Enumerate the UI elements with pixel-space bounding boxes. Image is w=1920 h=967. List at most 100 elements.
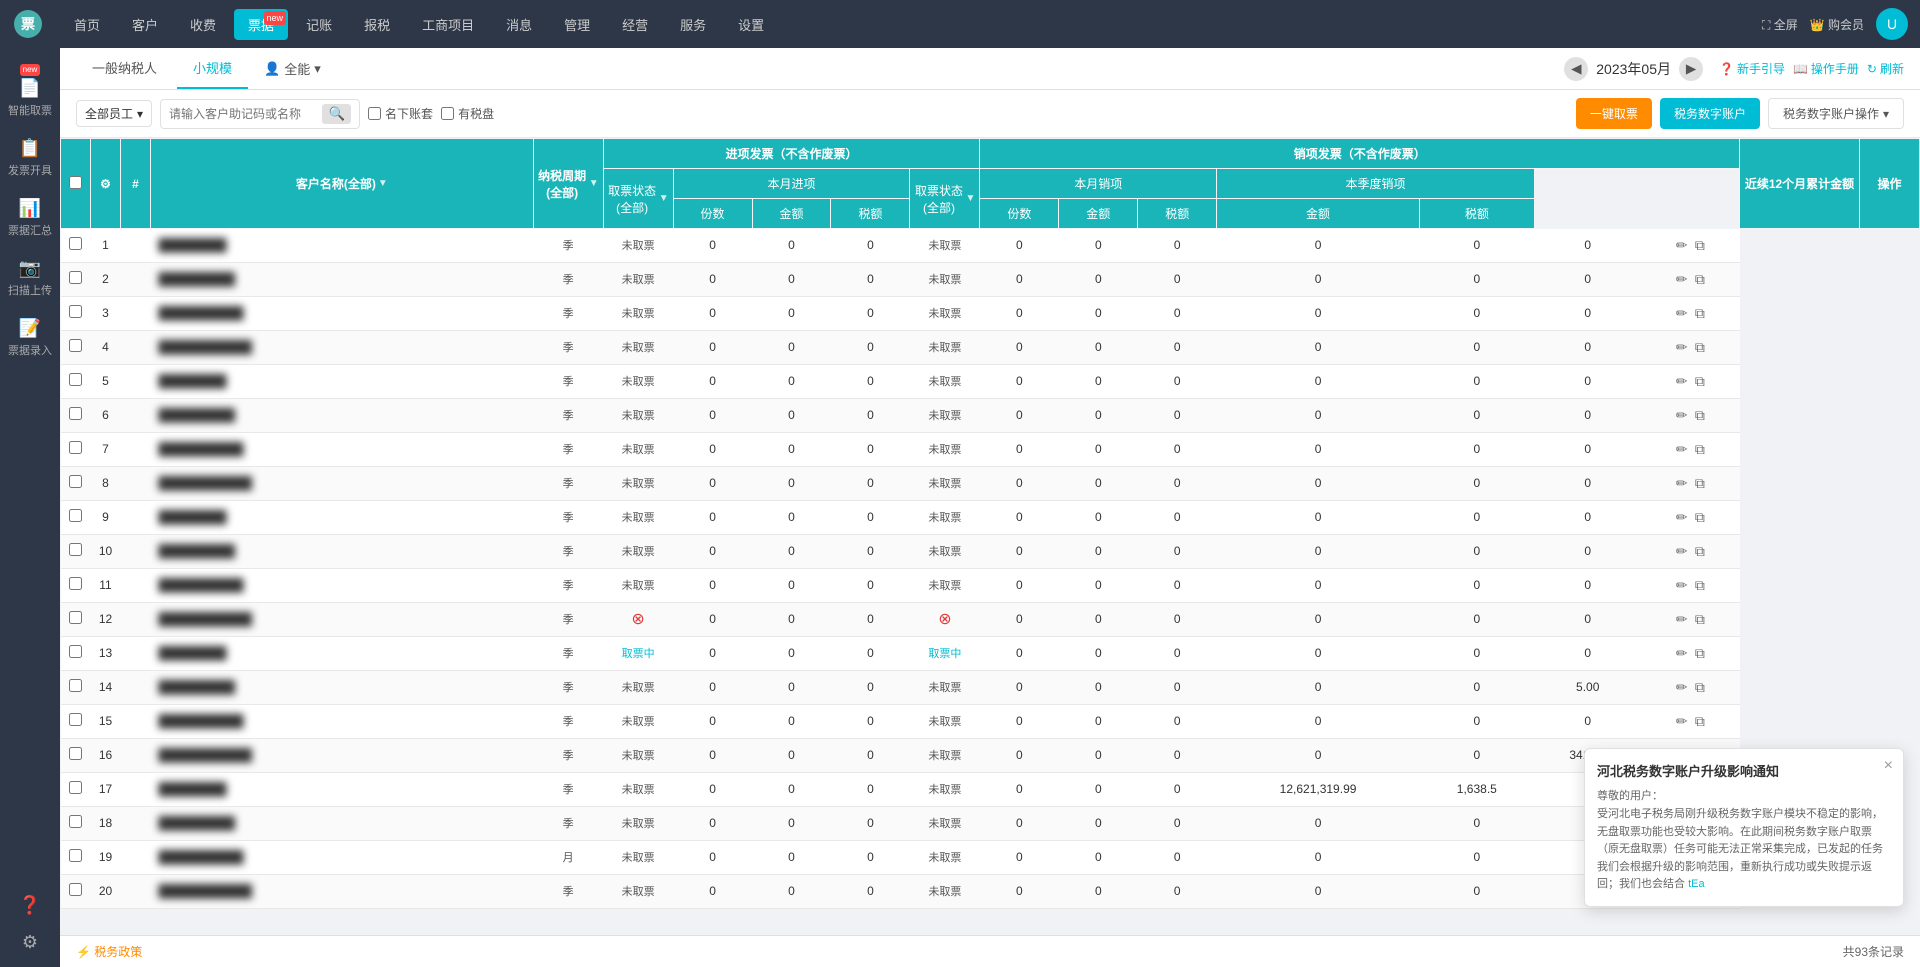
row-edit-btn[interactable]: ✏: [1674, 609, 1690, 630]
row-checkbox[interactable]: [69, 713, 82, 726]
row-checkbox[interactable]: [69, 305, 82, 318]
row-copy-btn[interactable]: ⧉: [1693, 507, 1707, 528]
row-edit-btn[interactable]: ✏: [1674, 269, 1690, 290]
row-checkbox[interactable]: [69, 271, 82, 284]
row-copy-btn[interactable]: ⧉: [1693, 235, 1707, 256]
sidebar-item-invoice-open[interactable]: 📋 发票开具: [4, 130, 56, 186]
refresh-btn[interactable]: ↻ 刷新: [1867, 60, 1904, 77]
row-copy-btn[interactable]: ⧉: [1693, 541, 1707, 562]
fullscreen-btn[interactable]: ⛶ 全屏: [1762, 16, 1798, 33]
check-tax-label[interactable]: 有税盘: [441, 105, 494, 122]
tax-policy-link[interactable]: ⚡ 税务政策: [76, 943, 142, 960]
row-edit-btn[interactable]: ✏: [1674, 371, 1690, 392]
sidebar-item-summary[interactable]: 📊 票据汇总: [4, 190, 56, 246]
row-edit-btn[interactable]: ✏: [1674, 473, 1690, 494]
avatar[interactable]: U: [1876, 8, 1908, 40]
digital-account-btn[interactable]: 税务数字账户: [1660, 98, 1760, 129]
row-copy-btn[interactable]: ⧉: [1693, 677, 1707, 698]
row-edit-btn[interactable]: ✏: [1674, 575, 1690, 596]
notification-close-btn[interactable]: ×: [1884, 757, 1893, 775]
nav-business[interactable]: 工商项目: [408, 9, 488, 40]
row-checkbox[interactable]: [69, 339, 82, 352]
nav-manage[interactable]: 管理: [550, 9, 604, 40]
row-checkbox[interactable]: [69, 849, 82, 862]
tab-all[interactable]: 👤 全能 ▾: [252, 49, 333, 88]
row-edit-btn[interactable]: ✏: [1674, 677, 1690, 698]
row-copy-btn[interactable]: ⧉: [1693, 439, 1707, 460]
period-filter-icon[interactable]: ▼: [589, 178, 599, 189]
nav-client[interactable]: 客户: [118, 9, 172, 40]
out-status-filter-icon[interactable]: ▼: [966, 193, 976, 204]
row-checkbox[interactable]: [69, 611, 82, 624]
sidebar-item-entry[interactable]: 📝 票据录入: [4, 310, 56, 366]
row-checkbox[interactable]: [69, 237, 82, 250]
row-copy-btn[interactable]: ⧉: [1693, 371, 1707, 392]
row-edit-btn[interactable]: ✏: [1674, 711, 1690, 732]
row-copy-btn[interactable]: ⧉: [1693, 337, 1707, 358]
client-filter-icon[interactable]: ▼: [378, 178, 388, 189]
row-edit-btn[interactable]: ✏: [1674, 337, 1690, 358]
nav-home[interactable]: 首页: [60, 9, 114, 40]
logo[interactable]: 票: [12, 8, 44, 40]
nav-message[interactable]: 消息: [492, 9, 546, 40]
sidebar-help[interactable]: ❓: [13, 889, 47, 922]
sidebar-item-smart-ticket[interactable]: new 📄 智能取票: [4, 56, 56, 126]
row-copy-btn[interactable]: ⧉: [1693, 269, 1707, 290]
row-checkbox[interactable]: [69, 679, 82, 692]
nav-invoice[interactable]: 票据 new: [234, 9, 288, 40]
row-checkbox[interactable]: [69, 441, 82, 454]
notification-link[interactable]: tEa: [1688, 878, 1705, 890]
row-edit-btn[interactable]: ✏: [1674, 405, 1690, 426]
nav-fee[interactable]: 收费: [176, 9, 230, 40]
member-btn[interactable]: 👑 购会员: [1810, 16, 1864, 33]
row-copy-btn[interactable]: ⧉: [1693, 643, 1707, 664]
row-checkbox[interactable]: [69, 747, 82, 760]
sidebar-item-scan[interactable]: 📷 扫描上传: [4, 250, 56, 306]
row-checkbox[interactable]: [69, 577, 82, 590]
search-input[interactable]: [169, 107, 322, 121]
one-click-ticket-btn[interactable]: 一键取票: [1576, 98, 1652, 129]
nav-operate[interactable]: 经营: [608, 9, 662, 40]
row-copy-btn[interactable]: ⧉: [1693, 405, 1707, 426]
row-checkbox[interactable]: [69, 815, 82, 828]
search-button[interactable]: 🔍: [322, 104, 351, 124]
nav-settings[interactable]: 设置: [724, 9, 778, 40]
row-checkbox[interactable]: [69, 883, 82, 896]
period-next-btn[interactable]: ▶: [1679, 57, 1703, 81]
nav-accounting[interactable]: 记账: [292, 9, 346, 40]
digital-account-op-btn[interactable]: 税务数字账户操作 ▾: [1768, 98, 1904, 129]
row-copy-btn[interactable]: ⧉: [1693, 575, 1707, 596]
in-status-filter-icon[interactable]: ▼: [659, 193, 669, 204]
nav-tax[interactable]: 报税: [350, 9, 404, 40]
nav-service[interactable]: 服务: [666, 9, 720, 40]
row-copy-btn[interactable]: ⧉: [1693, 473, 1707, 494]
row-checkbox[interactable]: [69, 781, 82, 794]
row-copy-btn[interactable]: ⧉: [1693, 711, 1707, 732]
tab-general-taxpayer[interactable]: 一般纳税人: [76, 48, 173, 89]
row-checkbox[interactable]: [69, 645, 82, 658]
period-prev-btn[interactable]: ◀: [1564, 57, 1588, 81]
row-checkbox[interactable]: [69, 407, 82, 420]
check-tax-checkbox[interactable]: [441, 107, 454, 120]
row-edit-btn[interactable]: ✏: [1674, 507, 1690, 528]
row-checkbox[interactable]: [69, 475, 82, 488]
tab-small-scale[interactable]: 小规模: [177, 48, 248, 89]
row-checkbox[interactable]: [69, 543, 82, 556]
row-edit-btn[interactable]: ✏: [1674, 541, 1690, 562]
employee-filter[interactable]: 全部员工 ▾: [76, 100, 152, 127]
row-checkbox[interactable]: [69, 509, 82, 522]
row-edit-btn[interactable]: ✏: [1674, 235, 1690, 256]
row-acc-amount-cell: 0: [1534, 534, 1641, 568]
sidebar-settings[interactable]: ⚙: [16, 926, 44, 959]
row-edit-btn[interactable]: ✏: [1674, 439, 1690, 460]
row-checkbox[interactable]: [69, 373, 82, 386]
row-copy-btn[interactable]: ⧉: [1693, 303, 1707, 324]
select-all-checkbox[interactable]: [69, 176, 82, 189]
check-ledger-label[interactable]: 名下账套: [368, 105, 433, 122]
row-edit-btn[interactable]: ✏: [1674, 303, 1690, 324]
manual-btn[interactable]: 📖 操作手册: [1793, 60, 1859, 77]
check-ledger-checkbox[interactable]: [368, 107, 381, 120]
row-copy-btn[interactable]: ⧉: [1693, 609, 1707, 630]
new-guide-btn[interactable]: ❓ 新手引导: [1719, 60, 1785, 77]
row-edit-btn[interactable]: ✏: [1674, 643, 1690, 664]
